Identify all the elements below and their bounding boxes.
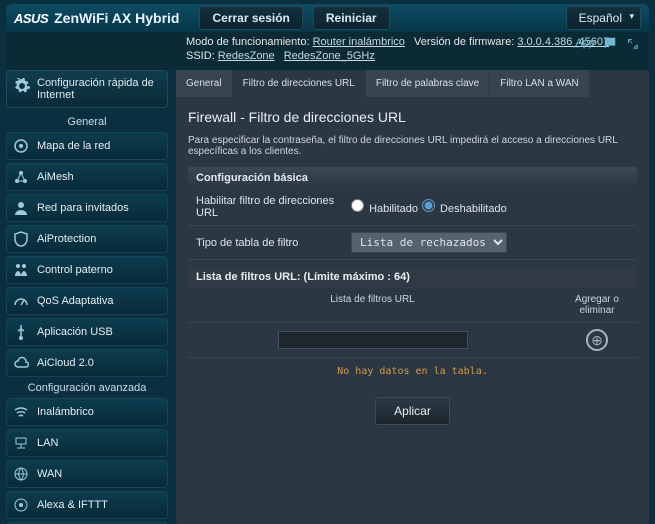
nav-adv: InalámbricoLANWANAlexa & IFTTTIPv6VPNFir… (6, 398, 168, 524)
top-bar: ASUS ZenWiFi AX Hybrid Cerrar sesión Rei… (6, 4, 649, 32)
sidebar: Configuración rápida de Internet General… (6, 70, 170, 524)
no-data: No hay datos en la tabla. (188, 358, 637, 385)
apply-button[interactable]: Aplicar (375, 397, 450, 425)
mesh-icon (13, 169, 29, 185)
nav-aicloud-2-0[interactable]: AiCloud 2.0 (6, 349, 168, 377)
alexa-icon (13, 497, 29, 513)
nav-aplicaci-n-usb[interactable]: Aplicación USB (6, 318, 168, 346)
basic-header: Configuración básica (188, 167, 637, 189)
feedback-icon[interactable] (603, 36, 617, 50)
wan-icon (13, 466, 29, 482)
nav-wan[interactable]: WAN (6, 460, 168, 488)
reboot-button[interactable]: Reiniciar (313, 6, 390, 30)
list-header: Lista de filtros URL: (Límite máximo : 6… (188, 266, 637, 288)
radio-disabled[interactable]: Deshabilitado (422, 199, 507, 215)
nav-inal-mbrico[interactable]: Inalámbrico (6, 398, 168, 426)
col-url: Lista de filtros URL (188, 288, 557, 322)
nav-aiprotection[interactable]: AiProtection (6, 225, 168, 253)
language-select[interactable]: Español (566, 6, 641, 30)
info-bar: Modo de funcionamiento: Router inalámbri… (6, 32, 649, 70)
tab-1[interactable]: Filtro de direcciones URL (233, 70, 366, 97)
ssid-label: SSID: (186, 50, 215, 62)
ssid-2[interactable]: RedesZone_5GHz (284, 50, 375, 62)
tab-0[interactable]: General (176, 70, 233, 97)
logout-button[interactable]: Cerrar sesión (199, 6, 302, 30)
map-icon (13, 138, 29, 154)
tabs: GeneralFiltro de direcciones URLFiltro d… (176, 70, 649, 97)
tabletype-label: Tipo de tabla de filtro (196, 237, 351, 249)
cloud-icon (13, 355, 29, 371)
cat-general: General (6, 116, 168, 128)
qos-icon (13, 293, 29, 309)
parent-icon (13, 262, 29, 278)
nav-control-paterno[interactable]: Control paterno (6, 256, 168, 284)
cat-advanced: Configuración avanzada (6, 382, 168, 394)
content: GeneralFiltro de direcciones URLFiltro d… (176, 70, 649, 524)
nav-qos-adaptativa[interactable]: QoS Adaptativa (6, 287, 168, 315)
quick-setup-label: Configuración rápida de Internet (37, 77, 154, 101)
nav-alexa-ifttt[interactable]: Alexa & IFTTT (6, 491, 168, 519)
mode-link[interactable]: Router inalámbrico (313, 36, 405, 48)
gear-icon (13, 77, 31, 95)
wifi-icon (13, 404, 29, 420)
usb-icon (13, 324, 29, 340)
col-action: Agregar o eliminar (557, 288, 637, 322)
nav-red-para-invitados[interactable]: Red para invitados (6, 194, 168, 222)
nav-general: Mapa de la red AiMesh Red para invitados Ai… (6, 132, 168, 380)
nav-aimesh[interactable]: AiMesh (6, 163, 168, 191)
fw-label: Versión de firmware: (414, 36, 514, 48)
ssid-1[interactable]: RedesZone (218, 50, 275, 62)
page-desc: Para especificar la contraseña, el filtr… (188, 135, 637, 157)
quick-setup[interactable]: Configuración rápida de Internet (6, 70, 168, 108)
app-link[interactable]: App (575, 37, 595, 49)
guest-icon (13, 200, 29, 216)
url-input[interactable] (278, 331, 468, 349)
brand-logo: ASUS (14, 11, 48, 26)
expand-icon[interactable] (625, 36, 639, 50)
enable-label: Habilitar filtro de direcciones URL (196, 195, 351, 219)
tab-3[interactable]: Filtro LAN a WAN (490, 70, 590, 97)
tab-2[interactable]: Filtro de palabras clave (366, 70, 490, 97)
mode-label: Modo de funcionamiento: (186, 36, 310, 48)
radio-enabled[interactable]: Habilitado (351, 199, 418, 215)
nav-mapa-de-la-red[interactable]: Mapa de la red (6, 132, 168, 160)
add-button[interactable]: ⊕ (586, 329, 608, 351)
nav-lan[interactable]: LAN (6, 429, 168, 457)
shield-icon (13, 231, 29, 247)
tabletype-select[interactable]: Lista de rechazados (351, 232, 507, 253)
page-title: Firewall - Filtro de direcciones URL (188, 109, 637, 125)
model-name: ZenWiFi AX Hybrid (54, 10, 179, 26)
lan-icon (13, 435, 29, 451)
